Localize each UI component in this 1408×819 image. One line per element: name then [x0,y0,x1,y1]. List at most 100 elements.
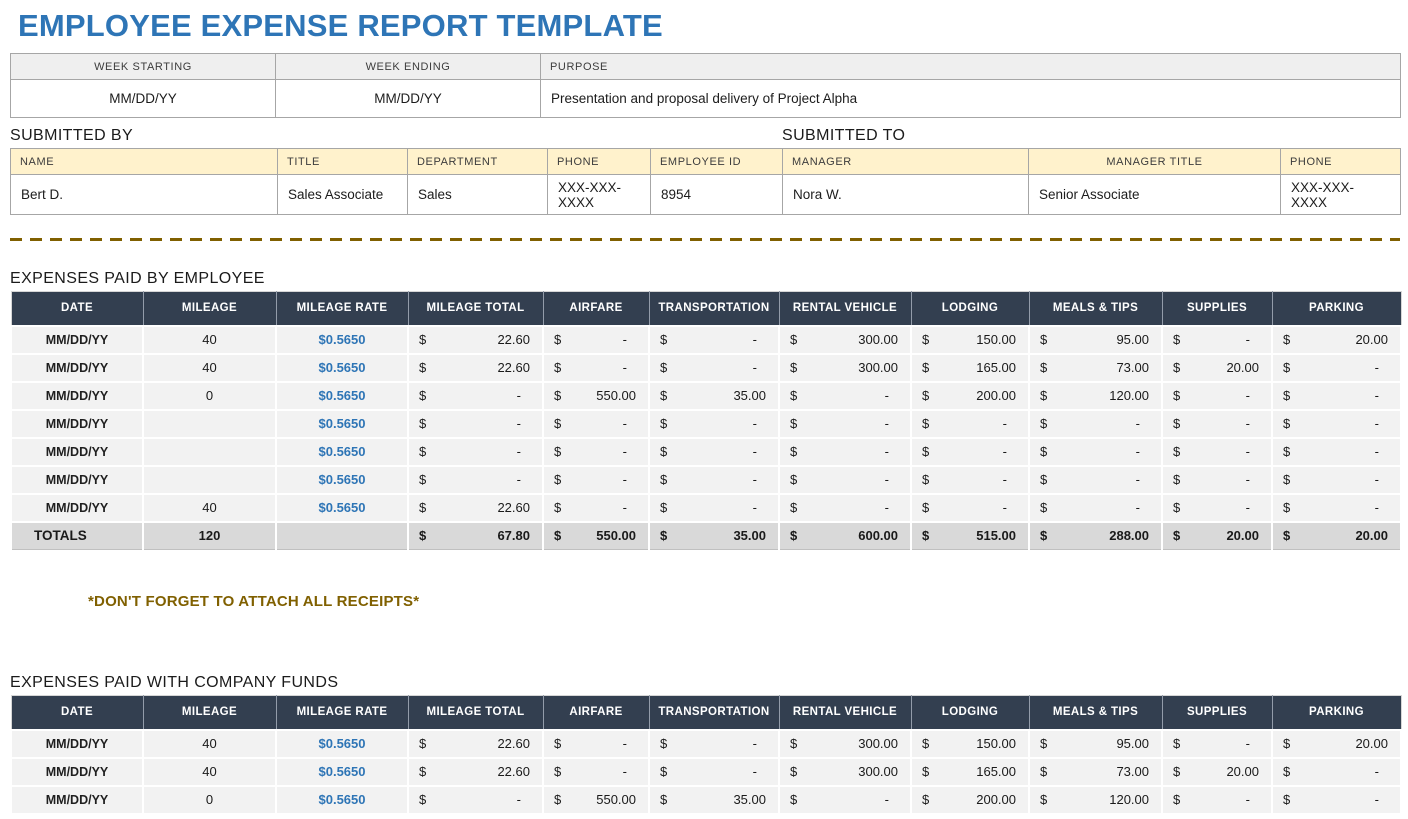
mileage-cell[interactable]: 40 [143,326,276,354]
mileage-rate-cell[interactable]: $0.5650 [276,382,408,410]
manager-cell[interactable]: Nora W. [783,175,1029,215]
rental-vehicle-cell[interactable]: $- [779,410,911,438]
mileage-rate-cell[interactable]: $0.5650 [276,494,408,522]
mileage-total-cell[interactable]: $- [408,438,543,466]
supplies-cell[interactable]: $- [1162,494,1272,522]
rental-vehicle-cell[interactable]: $- [779,466,911,494]
mileage-cell[interactable] [143,466,276,494]
parking-cell[interactable]: $20.00 [1272,730,1401,758]
mileage-rate-cell[interactable]: $0.5650 [276,730,408,758]
airfare-cell[interactable]: $- [543,410,649,438]
transportation-cell[interactable]: $35.00 [649,786,779,814]
airfare-cell[interactable]: $- [543,466,649,494]
rental-vehicle-cell[interactable]: $- [779,494,911,522]
airfare-cell[interactable]: $- [543,354,649,382]
mileage-total-cell[interactable]: $22.60 [408,758,543,786]
date-cell[interactable]: MM/DD/YY [11,494,143,522]
parking-cell[interactable]: $- [1272,354,1401,382]
date-cell[interactable]: MM/DD/YY [11,758,143,786]
parking-cell[interactable]: $- [1272,382,1401,410]
mileage-total-cell[interactable]: $22.60 [408,730,543,758]
rental-vehicle-cell[interactable]: $300.00 [779,354,911,382]
supplies-cell[interactable]: $20.00 [1162,354,1272,382]
supplies-cell[interactable]: $- [1162,326,1272,354]
lodging-cell[interactable]: $165.00 [911,758,1029,786]
mileage-rate-cell[interactable]: $0.5650 [276,466,408,494]
meals-tips-cell[interactable]: $- [1029,494,1162,522]
parking-cell[interactable]: $- [1272,410,1401,438]
mileage-cell[interactable] [143,438,276,466]
transportation-cell[interactable]: $- [649,438,779,466]
rental-vehicle-cell[interactable]: $300.00 [779,326,911,354]
mileage-cell[interactable]: 40 [143,758,276,786]
lodging-cell[interactable]: $- [911,438,1029,466]
supplies-cell[interactable]: $- [1162,410,1272,438]
phone-cell[interactable]: XXX-XXX-XXXX [548,175,651,215]
mileage-total-cell[interactable]: $22.60 [408,326,543,354]
title-cell[interactable]: Sales Associate [278,175,408,215]
mileage-cell[interactable]: 40 [143,354,276,382]
meals-tips-cell[interactable]: $73.00 [1029,758,1162,786]
mileage-rate-cell[interactable]: $0.5650 [276,438,408,466]
mileage-total-cell[interactable]: $- [408,382,543,410]
transportation-cell[interactable]: $- [649,354,779,382]
supplies-cell[interactable]: $- [1162,730,1272,758]
airfare-cell[interactable]: $550.00 [543,382,649,410]
lodging-cell[interactable]: $200.00 [911,786,1029,814]
date-cell[interactable]: MM/DD/YY [11,730,143,758]
rental-vehicle-cell[interactable]: $300.00 [779,758,911,786]
meals-tips-cell[interactable]: $73.00 [1029,354,1162,382]
meals-tips-cell[interactable]: $95.00 [1029,326,1162,354]
meals-tips-cell[interactable]: $- [1029,438,1162,466]
rental-vehicle-cell[interactable]: $- [779,786,911,814]
mileage-cell[interactable]: 0 [143,786,276,814]
mileage-total-cell[interactable]: $22.60 [408,494,543,522]
parking-cell[interactable]: $20.00 [1272,326,1401,354]
parking-cell[interactable]: $- [1272,494,1401,522]
rental-vehicle-cell[interactable]: $- [779,382,911,410]
name-cell[interactable]: Bert D. [11,175,278,215]
airfare-cell[interactable]: $550.00 [543,786,649,814]
airfare-cell[interactable]: $- [543,494,649,522]
supplies-cell[interactable]: $20.00 [1162,758,1272,786]
lodging-cell[interactable]: $165.00 [911,354,1029,382]
lodging-cell[interactable]: $- [911,466,1029,494]
parking-cell[interactable]: $- [1272,786,1401,814]
mileage-cell[interactable]: 40 [143,494,276,522]
supplies-cell[interactable]: $- [1162,438,1272,466]
week-starting-cell[interactable]: MM/DD/YY [11,80,276,118]
manager-title-cell[interactable]: Senior Associate [1029,175,1281,215]
airfare-cell[interactable]: $- [543,326,649,354]
supplies-cell[interactable]: $- [1162,786,1272,814]
date-cell[interactable]: MM/DD/YY [11,438,143,466]
lodging-cell[interactable]: $200.00 [911,382,1029,410]
supplies-cell[interactable]: $- [1162,466,1272,494]
airfare-cell[interactable]: $- [543,758,649,786]
date-cell[interactable]: MM/DD/YY [11,786,143,814]
meals-tips-cell[interactable]: $120.00 [1029,382,1162,410]
airfare-cell[interactable]: $- [543,438,649,466]
mileage-rate-cell[interactable]: $0.5650 [276,326,408,354]
mileage-rate-cell[interactable]: $0.5650 [276,786,408,814]
parking-cell[interactable]: $- [1272,438,1401,466]
manager-phone-cell[interactable]: XXX-XXX-XXXX [1281,175,1401,215]
lodging-cell[interactable]: $150.00 [911,730,1029,758]
meals-tips-cell[interactable]: $120.00 [1029,786,1162,814]
date-cell[interactable]: MM/DD/YY [11,354,143,382]
department-cell[interactable]: Sales [408,175,548,215]
transportation-cell[interactable]: $- [649,494,779,522]
mileage-cell[interactable]: 0 [143,382,276,410]
meals-tips-cell[interactable]: $95.00 [1029,730,1162,758]
date-cell[interactable]: MM/DD/YY [11,410,143,438]
purpose-cell[interactable]: Presentation and proposal delivery of Pr… [541,80,1401,118]
mileage-total-cell[interactable]: $- [408,786,543,814]
date-cell[interactable]: MM/DD/YY [11,466,143,494]
mileage-total-cell[interactable]: $- [408,466,543,494]
mileage-rate-cell[interactable]: $0.5650 [276,410,408,438]
week-ending-cell[interactable]: MM/DD/YY [276,80,541,118]
transportation-cell[interactable]: $- [649,758,779,786]
supplies-cell[interactable]: $- [1162,382,1272,410]
date-cell[interactable]: MM/DD/YY [11,326,143,354]
lodging-cell[interactable]: $- [911,494,1029,522]
parking-cell[interactable]: $- [1272,758,1401,786]
